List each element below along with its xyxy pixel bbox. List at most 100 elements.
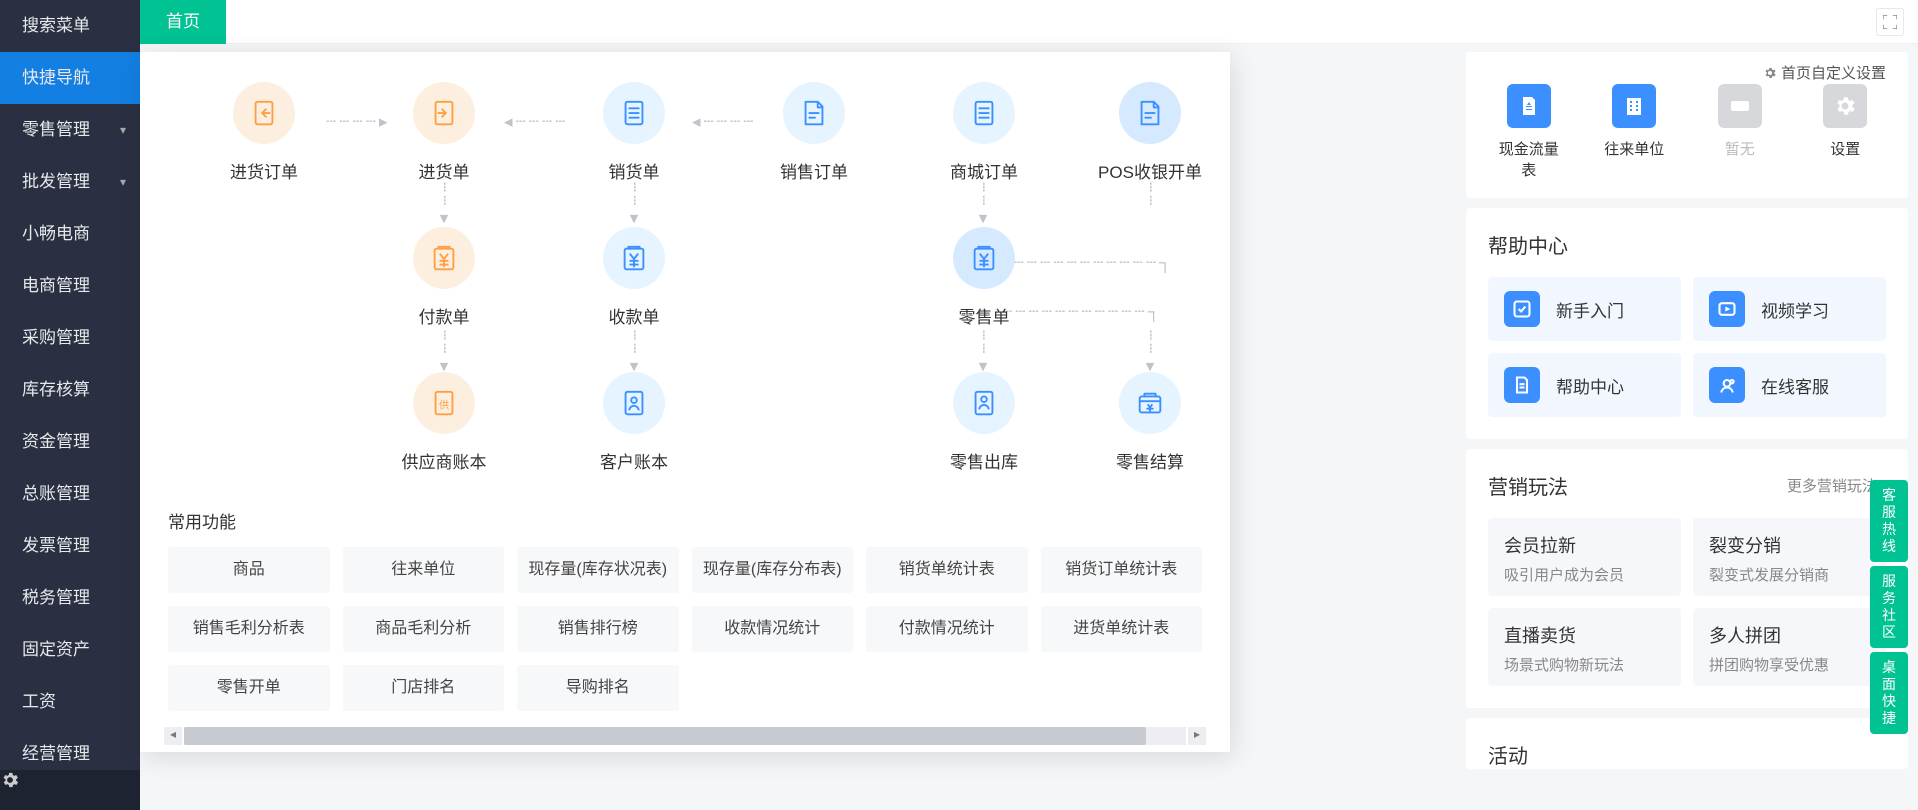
flow-node-n12[interactable]: 零售结算: [1090, 372, 1210, 473]
shortcut-0[interactable]: 现金流量表: [1497, 84, 1561, 180]
flow-node-n11[interactable]: 零售出库: [924, 372, 1044, 473]
sidebar-item-6[interactable]: 采购管理: [0, 312, 140, 364]
flow-label: 销货单: [574, 158, 694, 183]
flow-node-n8[interactable]: 零售单: [924, 227, 1044, 328]
marketing-cell-2[interactable]: 直播卖货场景式购物新玩法: [1488, 608, 1681, 686]
sidebar-item-9[interactable]: 总账管理: [0, 468, 140, 520]
help-cell-0[interactable]: 新手入门: [1488, 277, 1681, 341]
workflow-diagram: ┄┄┄┄▸ ◂┄┄┄┄ ◂┄┄┄┄ ┄┄▾ ┄┄▾ ┄┄▾ ┄┄▾ ┄┄▾ ┄┄…: [154, 82, 1216, 494]
sidebar-item-8[interactable]: 资金管理: [0, 416, 140, 468]
common-btn-14[interactable]: 导购排名: [517, 665, 679, 711]
shortcut-label: 暂无: [1708, 138, 1772, 159]
flow-label: 客户账本: [574, 448, 694, 473]
sidebar-item-12[interactable]: 固定资产: [0, 624, 140, 676]
placeholder-icon: [1718, 84, 1762, 128]
scroll-thumb[interactable]: [184, 727, 1146, 745]
building-icon: [1612, 84, 1656, 128]
help-center-title: 帮助中心: [1488, 230, 1568, 259]
activity-title: 活动: [1488, 740, 1528, 769]
marketing-subtitle: 吸引用户成为会员: [1504, 564, 1665, 585]
marketing-cell-1[interactable]: 裂变分销裂变式发展分销商: [1693, 518, 1886, 596]
sidebar-item-2[interactable]: 零售管理▾: [0, 104, 140, 156]
sidebar-item-0[interactable]: 搜索菜单: [0, 0, 140, 52]
common-btn-7[interactable]: 商品毛利分析: [343, 606, 505, 652]
fullscreen-icon[interactable]: [1876, 8, 1904, 36]
activity-card: 活动: [1466, 718, 1908, 769]
marketing-cell-0[interactable]: 会员拉新吸引用户成为会员: [1488, 518, 1681, 596]
marketing-cell-3[interactable]: 多人拼团拼团购物享受优惠: [1693, 608, 1886, 686]
scroll-left-icon[interactable]: ◂: [164, 727, 182, 745]
common-btn-4[interactable]: 销货单统计表: [866, 547, 1028, 593]
common-btn-11[interactable]: 进货单统计表: [1041, 606, 1203, 652]
sidebar-item-13[interactable]: 工资: [0, 676, 140, 728]
sidebar-item-5[interactable]: 电商管理: [0, 260, 140, 312]
marketing-title: 直播卖货: [1504, 622, 1665, 648]
homepage-custom-settings-link[interactable]: 首页自定义设置: [1763, 62, 1886, 83]
horizontal-scrollbar[interactable]: ◂ ▸: [154, 727, 1216, 745]
common-btn-0[interactable]: 商品: [168, 547, 330, 593]
tab-home[interactable]: 首页: [140, 0, 226, 44]
sidebar-item-11[interactable]: 税务管理: [0, 572, 140, 624]
common-btn-9[interactable]: 收款情况统计: [692, 606, 854, 652]
common-btn-5[interactable]: 销货订单统计表: [1041, 547, 1203, 593]
sidebar-item-1[interactable]: 快捷导航: [0, 52, 140, 104]
sidebar-item-4[interactable]: 小畅电商: [0, 208, 140, 260]
marketing-subtitle: 场景式购物新玩法: [1504, 654, 1665, 675]
flow-node-n10[interactable]: 客户账本: [574, 372, 694, 473]
common-btn-10[interactable]: 付款情况统计: [866, 606, 1028, 652]
sidebar-footer-settings[interactable]: [0, 770, 140, 810]
outbound-icon: [953, 372, 1015, 434]
flow-node-n6[interactable]: 付款单: [384, 227, 504, 328]
help-cell-3[interactable]: 在线客服: [1693, 353, 1886, 417]
help-label: 视频学习: [1761, 297, 1829, 322]
flow-node-n2[interactable]: 销货单: [574, 82, 694, 183]
flow-node-n5[interactable]: POS收银开单: [1090, 82, 1210, 183]
cashflow-icon: [1507, 84, 1551, 128]
flow-label: 进货订单: [204, 158, 324, 183]
sidebar-item-3[interactable]: 批发管理▾: [0, 156, 140, 208]
marketing-title: 会员拉新: [1504, 532, 1665, 558]
flow-node-n3[interactable]: 销售订单: [754, 82, 874, 183]
common-btn-8[interactable]: 销售排行榜: [517, 606, 679, 652]
flow-node-n7[interactable]: 收款单: [574, 227, 694, 328]
flow-node-n9[interactable]: 供供应商账本: [384, 372, 504, 473]
help-label: 新手入门: [1556, 297, 1624, 322]
arrow-icon: ┄┄▾: [973, 182, 993, 231]
marketing-title: 多人拼团: [1709, 622, 1870, 648]
common-btn-2[interactable]: 现存量(库存状况表): [517, 547, 679, 593]
flow-node-n0[interactable]: 进货订单: [204, 82, 324, 183]
common-btn-1[interactable]: 往来单位: [343, 547, 505, 593]
scroll-track[interactable]: [184, 727, 1186, 745]
sidebar-item-10[interactable]: 发票管理: [0, 520, 140, 572]
shortcut-1[interactable]: 往来单位: [1602, 84, 1666, 180]
quicknav-flyout: ┄┄┄┄▸ ◂┄┄┄┄ ◂┄┄┄┄ ┄┄▾ ┄┄▾ ┄┄▾ ┄┄▾ ┄┄▾ ┄┄…: [140, 52, 1230, 752]
scroll-right-icon[interactable]: ▸: [1188, 727, 1206, 745]
arrow-icon: ┄┄▾: [434, 182, 454, 231]
chevron-down-icon: ▾: [120, 104, 126, 156]
help-cell-2[interactable]: 帮助中心: [1488, 353, 1681, 417]
sidebar-item-7[interactable]: 库存核算: [0, 364, 140, 416]
flow-node-n1[interactable]: 进货单: [384, 82, 504, 183]
edge-pill-1[interactable]: 服务社区: [1870, 566, 1908, 648]
common-btn-3[interactable]: 现存量(库存分布表): [692, 547, 854, 593]
headset-icon: [1709, 367, 1745, 403]
edge-pill-0[interactable]: 客服热线: [1870, 480, 1908, 562]
chevron-down-icon: ▾: [120, 156, 126, 208]
doc-right-icon: [413, 82, 475, 144]
shortcut-3[interactable]: 设置: [1813, 84, 1877, 180]
help-cell-1[interactable]: 视频学习: [1693, 277, 1886, 341]
marketing-card: 营销玩法 更多营销玩法 › 会员拉新吸引用户成为会员裂变分销裂变式发展分销商直播…: [1466, 449, 1908, 708]
flow-node-n4[interactable]: 商城订单: [924, 82, 1044, 183]
flow-label: 零售结算: [1090, 448, 1210, 473]
help-label: 帮助中心: [1556, 373, 1624, 398]
common-btn-6[interactable]: 销售毛利分析表: [168, 606, 330, 652]
marketing-title: 营销玩法: [1488, 471, 1568, 500]
common-btn-13[interactable]: 门店排名: [343, 665, 505, 711]
edge-pill-2[interactable]: 桌面快捷: [1870, 652, 1908, 734]
common-btn-12[interactable]: 零售开单: [168, 665, 330, 711]
check-icon: [1504, 291, 1540, 327]
flow-label: 零售出库: [924, 448, 1044, 473]
shortcut-2: 暂无: [1708, 84, 1772, 180]
svg-text:供: 供: [439, 399, 449, 412]
common-functions-title: 常用功能: [168, 508, 1216, 533]
